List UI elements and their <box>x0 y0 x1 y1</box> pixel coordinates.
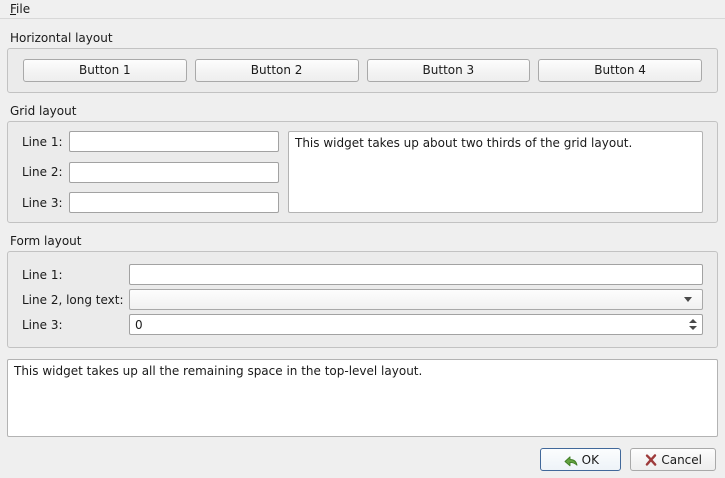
button-3[interactable]: Button 3 <box>366 59 531 82</box>
cancel-button-label: Cancel <box>661 452 702 467</box>
form-line1-label: Line 1: <box>22 267 63 282</box>
ok-green-arrow-icon <box>563 452 579 468</box>
form-line1-input[interactable] <box>129 264 703 285</box>
ok-button-label: OK <box>581 452 599 467</box>
grid-line3-label: Line 3: <box>22 195 63 210</box>
grid-row-2: Line 2: <box>22 161 279 183</box>
dialog-button-row: OK Cancel <box>7 448 718 471</box>
grid-left-column: Line 1: Line 2: Line 3: <box>22 131 279 213</box>
grid-line1-label: Line 1: <box>22 134 63 149</box>
spinbox-input[interactable] <box>130 317 682 332</box>
spinbox-buttons <box>685 315 700 334</box>
bottom-text-edit[interactable]: This widget takes up all the remaining s… <box>7 359 718 437</box>
grid-line1-input[interactable] <box>69 131 279 152</box>
form-line2-combobox[interactable] <box>129 289 703 310</box>
form-group-box: Line 1: Line 2, long text: Line 3: <box>7 251 718 348</box>
form-line3-spinbox[interactable] <box>129 314 703 335</box>
grid-line3-input[interactable] <box>69 192 279 213</box>
form-row-2: Line 2, long text: <box>22 289 703 310</box>
cancel-button[interactable]: Cancel <box>630 448 716 471</box>
form-line2-label: Line 2, long text: <box>22 292 124 307</box>
menu-bar: File <box>0 0 725 19</box>
horizontal-group-title: Horizontal layout <box>10 31 113 45</box>
app-window: File Horizontal layout Button 1 Button 2… <box>0 0 725 471</box>
button-4[interactable]: Button 4 <box>538 59 702 82</box>
grid-text-edit[interactable]: This widget takes up about two thirds of… <box>288 131 703 213</box>
ok-button[interactable]: OK <box>540 448 622 471</box>
grid-row-1: Line 1: <box>22 131 279 152</box>
button-2[interactable]: Button 2 <box>194 59 359 82</box>
form-line3-label: Line 3: <box>22 317 63 332</box>
grid-group-title: Grid layout <box>10 104 77 118</box>
grid-row-3: Line 3: <box>22 192 279 213</box>
dialog-content: Horizontal layout Button 1 Button 2 Butt… <box>0 31 725 471</box>
grid-line2-input[interactable] <box>69 161 279 183</box>
form-row-3: Line 3: <box>22 314 703 335</box>
menu-item-file[interactable]: File <box>4 1 36 18</box>
form-row-1: Line 1: <box>22 264 703 285</box>
grid-line2-label: Line 2: <box>22 165 63 179</box>
spin-down-icon[interactable] <box>688 326 697 330</box>
horizontal-group-box: Button 1 Button 2 Button 3 Button 4 <box>7 48 718 93</box>
cancel-red-cross-icon <box>644 453 658 467</box>
form-group-title: Form layout <box>10 234 82 248</box>
chevron-down-icon <box>684 297 692 302</box>
spin-up-icon[interactable] <box>688 319 697 323</box>
button-1[interactable]: Button 1 <box>23 59 187 82</box>
grid-group-box: Line 1: Line 2: Line 3: This widget take… <box>7 121 718 223</box>
